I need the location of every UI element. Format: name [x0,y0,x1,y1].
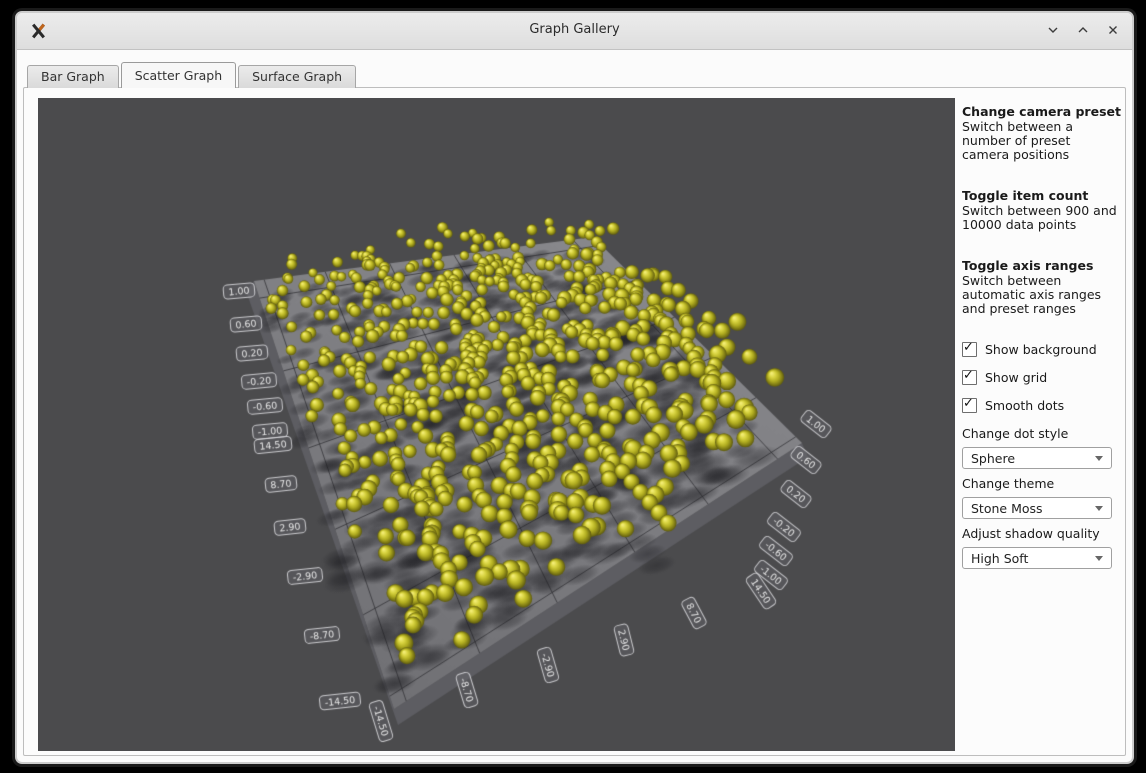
maximize-button[interactable] [1074,21,1092,39]
chevron-down-icon [1095,455,1103,461]
shadow-quality-label: Adjust shadow quality [962,526,1100,541]
section-description: Switch between 900 and 10000 data points [962,203,1117,232]
tab-content-pane: Change camera preset Switch between a nu… [23,87,1126,756]
show-background-checkbox[interactable] [962,340,977,357]
section-title: Toggle item count [962,188,1089,203]
graph-gallery-window: Graph Gallery Bar Graph Scatter Graph Su… [15,11,1134,764]
close-button[interactable] [1104,21,1122,39]
shadow-quality-dropdown[interactable]: High Soft [962,547,1112,569]
controls-panel: Change camera preset Switch between a nu… [962,104,1124,569]
chevron-down-icon [1095,505,1103,511]
change-camera-preset-button[interactable]: Change camera preset Switch between a nu… [962,104,1124,162]
show-grid-row: Show grid [962,368,1124,385]
tab-scatter-graph[interactable]: Scatter Graph [120,62,237,88]
toggle-item-count-button[interactable]: Toggle item count Switch between 900 and… [962,188,1124,232]
dropdown-value: Stone Moss [971,500,1043,516]
dropdown-value: High Soft [971,550,1029,566]
checkbox-label: Show grid [985,370,1048,385]
section-title: Change camera preset [962,104,1121,119]
dropdown-value: Sphere [971,450,1016,466]
scatter-3d-view[interactable] [38,98,955,751]
minimize-button[interactable] [1044,21,1062,39]
theme-label: Change theme [962,476,1055,491]
theme-dropdown[interactable]: Stone Moss [962,497,1112,519]
smooth-dots-checkbox[interactable] [962,396,977,413]
show-background-row: Show background [962,340,1124,357]
toggle-axis-ranges-button[interactable]: Toggle axis ranges Switch between automa… [962,258,1124,316]
tab-bar: Bar Graph Scatter Graph Surface Graph [27,60,358,88]
smooth-dots-row: Smooth dots [962,396,1124,413]
checkbox-label: Show background [985,342,1097,357]
checkbox-label: Smooth dots [985,398,1065,413]
tab-bar-graph[interactable]: Bar Graph [27,65,119,88]
dot-style-dropdown[interactable]: Sphere [962,447,1112,469]
scatter-plot-container [38,98,955,751]
section-title: Toggle axis ranges [962,258,1094,273]
close-icon [1109,26,1117,34]
tab-surface-graph[interactable]: Surface Graph [238,65,357,88]
window-title: Graph Gallery [529,22,620,37]
chevron-up-icon [1078,27,1088,33]
dot-style-label: Change dot style [962,426,1069,441]
chevron-down-icon [1095,555,1103,561]
chevron-down-icon [1048,27,1058,33]
section-description: Switch between a number of preset camera… [962,119,1073,162]
section-description: Switch between automatic axis ranges and… [962,273,1102,316]
show-grid-checkbox[interactable] [962,368,977,385]
titlebar[interactable]: Graph Gallery [17,13,1132,50]
screen: Graph Gallery Bar Graph Scatter Graph Su… [0,0,1146,773]
